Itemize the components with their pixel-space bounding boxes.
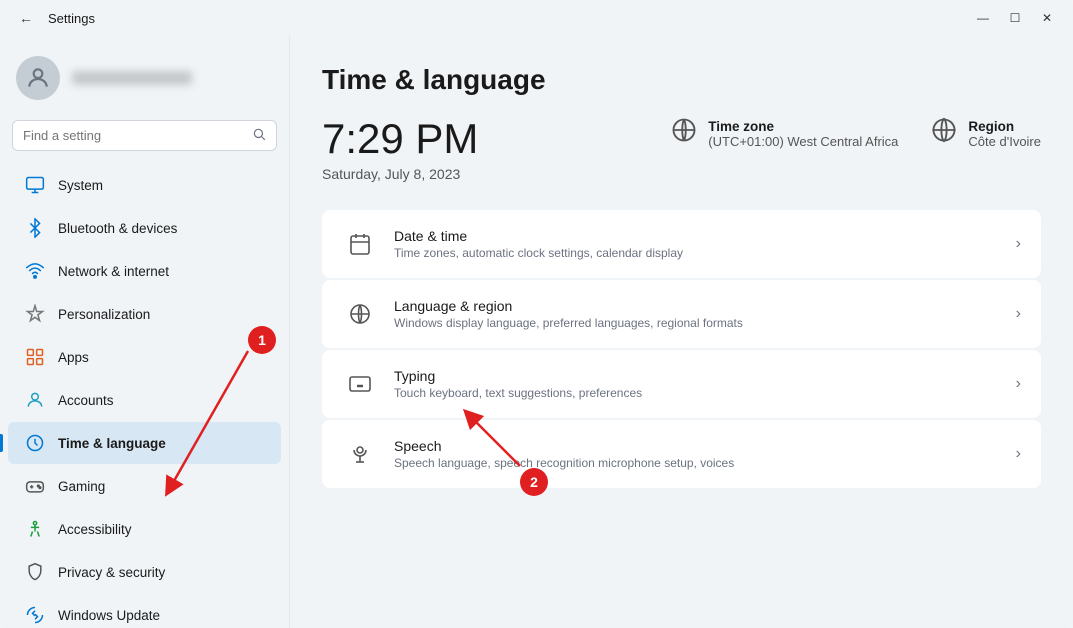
time-language-icon	[24, 432, 46, 454]
titlebar-title: Settings	[48, 11, 95, 26]
time-display: 7:29 PM Saturday, July 8, 2023	[322, 116, 670, 182]
page-title: Time & language	[322, 64, 1041, 96]
minimize-button[interactable]: —	[969, 8, 997, 28]
date-time-chevron: ›	[1016, 235, 1021, 253]
date-time-text: Date & time Time zones, automatic clock …	[394, 228, 1016, 260]
sidebar-item-accounts[interactable]: Accounts	[8, 379, 281, 421]
sidebar-item-apps[interactable]: Apps	[8, 336, 281, 378]
settings-item-speech[interactable]: Speech Speech language, speech recogniti…	[322, 420, 1041, 488]
maximize-button[interactable]: ☐	[1001, 8, 1029, 28]
sidebar-item-system[interactable]: System	[8, 164, 281, 206]
titlebar-left: ← Settings	[12, 4, 969, 32]
close-button[interactable]: ✕	[1033, 8, 1061, 28]
region-text: Region Côte d'Ivoire	[968, 119, 1041, 149]
sidebar-item-gaming[interactable]: Gaming	[8, 465, 281, 507]
user-name	[72, 71, 192, 85]
language-region-desc: Windows display language, preferred lang…	[394, 316, 1016, 330]
settings-list: Date & time Time zones, automatic clock …	[322, 210, 1041, 488]
language-region-title: Language & region	[394, 298, 1016, 314]
speech-icon	[342, 436, 378, 472]
settings-item-language-region[interactable]: Language & region Windows display langua…	[322, 280, 1041, 348]
current-date: Saturday, July 8, 2023	[322, 166, 670, 182]
sidebar-item-network[interactable]: Network & internet	[8, 250, 281, 292]
avatar	[16, 56, 60, 100]
sidebar-item-windows-update-label: Windows Update	[58, 608, 160, 623]
sidebar-item-accessibility[interactable]: Accessibility	[8, 508, 281, 550]
typing-icon	[342, 366, 378, 402]
speech-text: Speech Speech language, speech recogniti…	[394, 438, 1016, 470]
windows-update-icon	[24, 604, 46, 626]
titlebar-controls: — ☐ ✕	[969, 8, 1061, 28]
timezone-text: Time zone (UTC+01:00) West Central Afric…	[708, 119, 898, 149]
sidebar-item-privacy[interactable]: Privacy & security	[8, 551, 281, 593]
sidebar-wrapper: System Bluetooth & devices	[0, 36, 290, 628]
timezone-icon	[670, 116, 698, 151]
system-icon	[24, 174, 46, 196]
timezone-value: (UTC+01:00) West Central Africa	[708, 134, 898, 149]
region-value: Côte d'Ivoire	[968, 134, 1041, 149]
titlebar: ← Settings — ☐ ✕	[0, 0, 1073, 36]
sidebar-item-accounts-label: Accounts	[58, 393, 114, 408]
search-box[interactable]	[12, 120, 277, 151]
language-region-icon	[342, 296, 378, 332]
speech-chevron: ›	[1016, 445, 1021, 463]
accessibility-icon	[24, 518, 46, 540]
date-time-icon	[342, 226, 378, 262]
region-info: Region Côte d'Ivoire	[930, 116, 1041, 151]
search-input[interactable]	[23, 128, 244, 143]
sidebar-item-bluetooth-label: Bluetooth & devices	[58, 221, 177, 236]
typing-text: Typing Touch keyboard, text suggestions,…	[394, 368, 1016, 400]
apps-icon	[24, 346, 46, 368]
date-time-desc: Time zones, automatic clock settings, ca…	[394, 246, 1016, 260]
sidebar-item-bluetooth[interactable]: Bluetooth & devices	[8, 207, 281, 249]
region-label: Region	[968, 119, 1041, 134]
time-header: 7:29 PM Saturday, July 8, 2023	[322, 116, 1041, 182]
settings-window: ← Settings — ☐ ✕	[0, 0, 1073, 628]
content-area: Time & language 7:29 PM Saturday, July 8…	[290, 36, 1073, 516]
typing-chevron: ›	[1016, 375, 1021, 393]
time-info: Time zone (UTC+01:00) West Central Afric…	[670, 116, 1041, 151]
region-icon	[930, 116, 958, 151]
sidebar-item-apps-label: Apps	[58, 350, 89, 365]
search-icon	[252, 127, 266, 144]
content-wrapper: Time & language 7:29 PM Saturday, July 8…	[290, 36, 1073, 628]
personalization-icon	[24, 303, 46, 325]
main-content: System Bluetooth & devices	[0, 36, 1073, 628]
settings-item-typing[interactable]: Typing Touch keyboard, text suggestions,…	[322, 350, 1041, 418]
sidebar-item-privacy-label: Privacy & security	[58, 565, 165, 580]
back-button[interactable]: ←	[12, 4, 40, 32]
timezone-label: Time zone	[708, 119, 898, 134]
sidebar-item-windows-update[interactable]: Windows Update	[8, 594, 281, 628]
speech-desc: Speech language, speech recognition micr…	[394, 456, 1016, 470]
sidebar-item-time-language-label: Time & language	[58, 436, 166, 451]
settings-item-date-time[interactable]: Date & time Time zones, automatic clock …	[322, 210, 1041, 278]
gaming-icon	[24, 475, 46, 497]
typing-desc: Touch keyboard, text suggestions, prefer…	[394, 386, 1016, 400]
bluetooth-icon	[24, 217, 46, 239]
privacy-icon	[24, 561, 46, 583]
date-time-title: Date & time	[394, 228, 1016, 244]
sidebar-item-gaming-label: Gaming	[58, 479, 105, 494]
nav-list: System Bluetooth & devices	[0, 163, 289, 628]
sidebar-item-personalization[interactable]: Personalization	[8, 293, 281, 335]
sidebar: System Bluetooth & devices	[0, 36, 290, 628]
sidebar-item-time-language[interactable]: Time & language	[8, 422, 281, 464]
user-profile	[0, 44, 289, 116]
timezone-info: Time zone (UTC+01:00) West Central Afric…	[670, 116, 898, 151]
language-region-chevron: ›	[1016, 305, 1021, 323]
current-time: 7:29 PM	[322, 116, 670, 162]
sidebar-item-accessibility-label: Accessibility	[58, 522, 132, 537]
speech-title: Speech	[394, 438, 1016, 454]
sidebar-item-network-label: Network & internet	[58, 264, 169, 279]
typing-title: Typing	[394, 368, 1016, 384]
language-region-text: Language & region Windows display langua…	[394, 298, 1016, 330]
network-icon	[24, 260, 46, 282]
accounts-icon	[24, 389, 46, 411]
sidebar-item-personalization-label: Personalization	[58, 307, 150, 322]
sidebar-item-system-label: System	[58, 178, 103, 193]
